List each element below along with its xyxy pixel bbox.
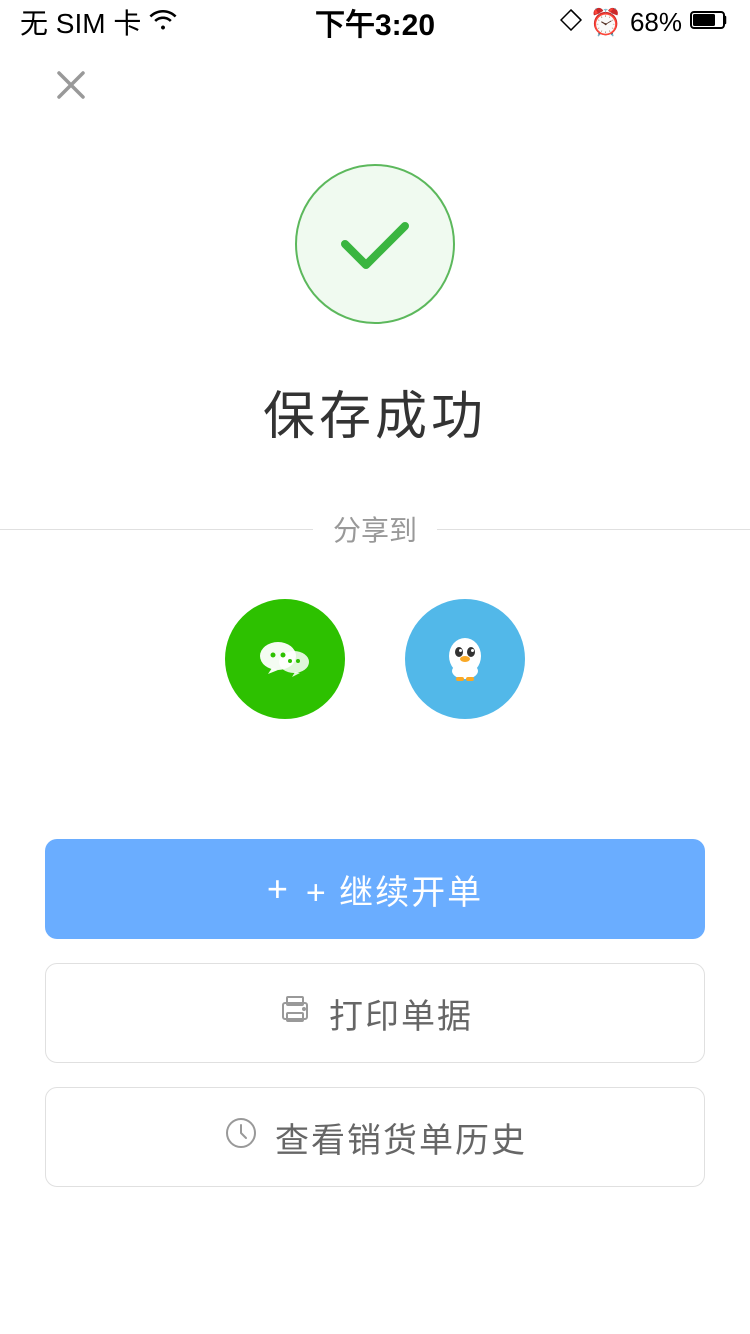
view-history-button[interactable]: 查看销货单历史 (45, 1087, 705, 1187)
status-bar: 无 SIM 卡 下午3:20 ⏰ 68% (0, 0, 750, 44)
no-sim-label: 无 SIM 卡 (20, 2, 141, 42)
plus-icon: + (267, 868, 290, 910)
history-icon (223, 1115, 259, 1160)
wechat-icon (250, 624, 320, 694)
battery-percent: 68% (630, 7, 682, 38)
checkmark-icon (330, 199, 420, 289)
success-title: 保存成功 (263, 374, 487, 449)
qq-icon (430, 624, 500, 694)
location-icon (560, 7, 582, 38)
view-history-label: 查看销货单历史 (275, 1113, 527, 1162)
qq-share-button[interactable] (405, 599, 525, 719)
wifi-icon (149, 6, 177, 38)
battery-icon (690, 7, 730, 38)
alarm-icon: ⏰ (590, 7, 622, 38)
wechat-share-button[interactable] (225, 599, 345, 719)
action-buttons: + + 继续开单 打印单据 查看销货单历史 (45, 839, 705, 1187)
share-section: 分享到 (0, 509, 750, 789)
share-icons (0, 599, 750, 719)
share-divider: 分享到 (0, 509, 750, 549)
print-button[interactable]: 打印单据 (45, 963, 705, 1063)
printer-icon (277, 991, 313, 1036)
continue-order-label: + 继续开单 (306, 865, 483, 914)
status-bar-left: 无 SIM 卡 (20, 2, 177, 42)
share-label: 分享到 (313, 509, 437, 549)
print-label: 打印单据 (329, 989, 473, 1038)
main-content: 保存成功 分享到 (0, 44, 750, 1187)
close-button[interactable] (46, 60, 96, 110)
status-bar-right: ⏰ 68% (560, 7, 730, 38)
success-circle (295, 164, 455, 324)
continue-order-button[interactable]: + + 继续开单 (45, 839, 705, 939)
status-bar-time: 下午3:20 (315, 0, 435, 44)
